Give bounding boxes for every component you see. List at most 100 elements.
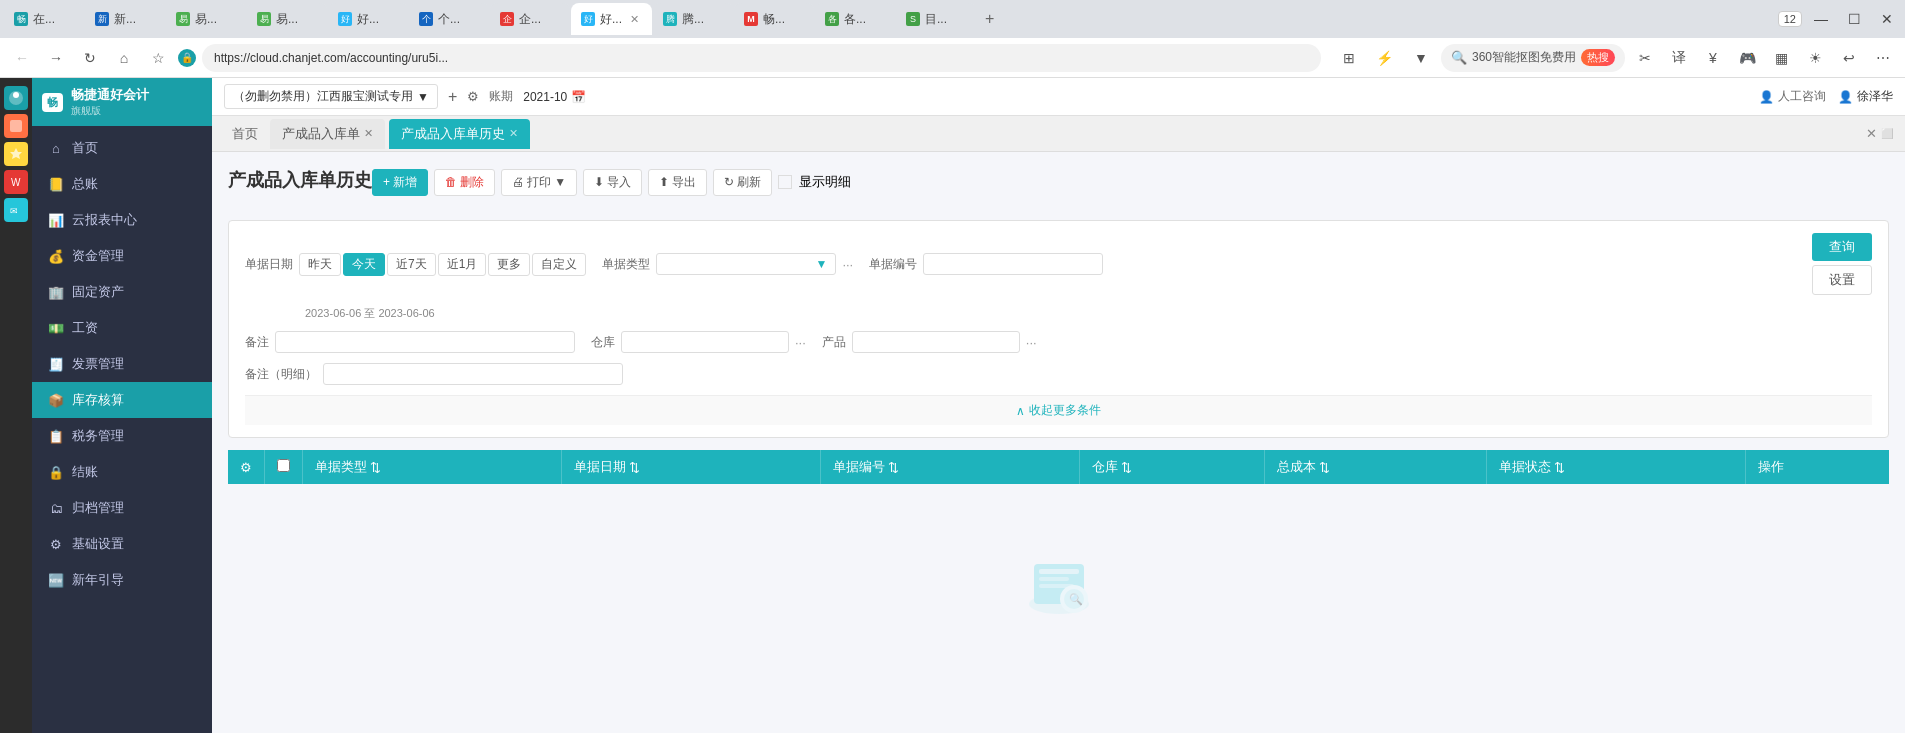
- tab-12[interactable]: S 目...: [896, 3, 976, 35]
- user-avatar[interactable]: 👤 徐泽华: [1838, 88, 1893, 105]
- sidebar-item-cloud-report[interactable]: 📊 云报表中心: [32, 202, 212, 238]
- detail-remark-input[interactable]: [323, 363, 623, 385]
- sidebar-item-inventory[interactable]: 📦 库存核算: [32, 382, 212, 418]
- sidebar-item-guide[interactable]: 🆕 新年引导: [32, 562, 212, 598]
- panel-close-icon[interactable]: ✕: [1866, 126, 1877, 141]
- tab-4[interactable]: 易 易...: [247, 3, 327, 35]
- tab-2[interactable]: 新 新...: [85, 3, 165, 35]
- home-nav-button[interactable]: ⌂: [110, 44, 138, 72]
- sidebar-item-tax[interactable]: 📋 税务管理: [32, 418, 212, 454]
- tab-10[interactable]: M 畅...: [734, 3, 814, 35]
- tab-7[interactable]: 企 企...: [490, 3, 570, 35]
- number-filter-input[interactable]: [923, 253, 1103, 275]
- minimize-button[interactable]: —: [1806, 9, 1836, 29]
- th-number[interactable]: 单据编号 ⇅: [820, 450, 1079, 484]
- more-icon[interactable]: ⋯: [1869, 44, 1897, 72]
- warehouse-filter-input[interactable]: [621, 331, 789, 353]
- date-btn-today[interactable]: 今天: [343, 253, 385, 276]
- lightning-icon[interactable]: ⚡: [1371, 44, 1399, 72]
- product-dots[interactable]: ···: [1026, 335, 1037, 350]
- panel-expand-icon[interactable]: ⬜: [1881, 128, 1893, 139]
- tab-6[interactable]: 个 个...: [409, 3, 489, 35]
- calendar-icon[interactable]: 📅: [571, 90, 586, 104]
- delete-button[interactable]: 🗑 删除: [434, 169, 495, 196]
- user-service-button[interactable]: 👤 人工咨询: [1759, 88, 1826, 105]
- th-cost[interactable]: 总成本 ⇅: [1264, 450, 1486, 484]
- th-type[interactable]: 单据类型 ⇅: [303, 450, 562, 484]
- tab-purchase-history-close[interactable]: ✕: [509, 127, 518, 140]
- app-icon-5[interactable]: ✉: [4, 198, 28, 222]
- app-icon-4[interactable]: W: [4, 170, 28, 194]
- settings-gear-icon[interactable]: ⚙: [467, 89, 479, 104]
- show-detail-checkbox[interactable]: [778, 175, 792, 189]
- th-checkbox[interactable]: [265, 450, 303, 484]
- tab-8-active[interactable]: 好 好... ✕: [571, 3, 652, 35]
- layout-icon[interactable]: ▦: [1767, 44, 1795, 72]
- scissors-icon[interactable]: ✂: [1631, 44, 1659, 72]
- app-icon-main[interactable]: [4, 86, 28, 110]
- th-warehouse[interactable]: 仓库 ⇅: [1079, 450, 1264, 484]
- type-filter-select[interactable]: ▼: [656, 253, 836, 275]
- sidebar-item-archive[interactable]: 🗂 归档管理: [32, 490, 212, 526]
- collapse-button[interactable]: ∧ 收起更多条件: [1016, 402, 1101, 419]
- tab-9[interactable]: 腾 腾...: [653, 3, 733, 35]
- import-button[interactable]: ⬇ 导入: [583, 169, 642, 196]
- currency-icon[interactable]: ¥: [1699, 44, 1727, 72]
- breadcrumb-home[interactable]: 首页: [224, 125, 266, 143]
- sidebar-item-close-account[interactable]: 🔒 结账: [32, 454, 212, 490]
- app-icon-2[interactable]: [4, 114, 28, 138]
- undo-icon[interactable]: ↩: [1835, 44, 1863, 72]
- tab-count[interactable]: 12: [1778, 11, 1802, 27]
- dropdown-icon[interactable]: ▼: [1407, 44, 1435, 72]
- maximize-button[interactable]: ☐: [1840, 9, 1869, 29]
- select-all-checkbox[interactable]: [277, 459, 290, 472]
- date-btn-yesterday[interactable]: 昨天: [299, 253, 341, 276]
- sidebar-item-asset[interactable]: 🏢 固定资产: [32, 274, 212, 310]
- game-icon[interactable]: 🎮: [1733, 44, 1761, 72]
- tab-1[interactable]: 畅 在...: [4, 3, 84, 35]
- type-dots[interactable]: ···: [842, 257, 853, 272]
- address-input[interactable]: [202, 44, 1321, 72]
- date-btn-custom[interactable]: 自定义: [532, 253, 586, 276]
- date-btn-1month[interactable]: 近1月: [438, 253, 487, 276]
- tab-3[interactable]: 易 易...: [166, 3, 246, 35]
- refresh-button[interactable]: ↻: [76, 44, 104, 72]
- sidebar-item-ledger[interactable]: 📒 总账: [32, 166, 212, 202]
- sidebar-item-wage[interactable]: 💵 工资: [32, 310, 212, 346]
- remark-filter-input[interactable]: [275, 331, 575, 353]
- app-icon-3[interactable]: [4, 142, 28, 166]
- tab-5[interactable]: 好 好...: [328, 3, 408, 35]
- th-gear[interactable]: ⚙: [228, 450, 265, 484]
- th-status[interactable]: 单据状态 ⇅: [1486, 450, 1745, 484]
- refresh-button-action[interactable]: ↻ 刷新: [713, 169, 772, 196]
- new-tab-button[interactable]: +: [977, 6, 1002, 32]
- tab-8-close[interactable]: ✕: [627, 12, 642, 27]
- sidebar-item-fund[interactable]: 💰 资金管理: [32, 238, 212, 274]
- bookmark-button[interactable]: ☆: [144, 44, 172, 72]
- forward-button[interactable]: →: [42, 44, 70, 72]
- back-button[interactable]: ←: [8, 44, 36, 72]
- query-button[interactable]: 查询: [1812, 233, 1872, 261]
- warehouse-dots[interactable]: ···: [795, 335, 806, 350]
- add-company-button[interactable]: +: [448, 88, 457, 106]
- close-button[interactable]: ✕: [1873, 9, 1901, 29]
- tab-purchase-list-close[interactable]: ✕: [364, 127, 373, 140]
- add-button[interactable]: + 新增: [372, 169, 428, 196]
- date-btn-more[interactable]: 更多: [488, 253, 530, 276]
- tab-purchase-list[interactable]: 产成品入库单 ✕: [270, 119, 385, 149]
- company-selector[interactable]: （勿删勿禁用）江西服宝测试专用 ▼: [224, 84, 438, 109]
- export-button[interactable]: ⬆ 导出: [648, 169, 707, 196]
- tab-purchase-history[interactable]: 产成品入库单历史 ✕: [389, 119, 530, 149]
- extensions-icon[interactable]: ⊞: [1335, 44, 1363, 72]
- filter-settings-button[interactable]: 设置: [1812, 265, 1872, 295]
- sidebar-item-invoice[interactable]: 🧾 发票管理: [32, 346, 212, 382]
- tab-11[interactable]: 各 各...: [815, 3, 895, 35]
- sun-icon[interactable]: ☀: [1801, 44, 1829, 72]
- date-btn-7days[interactable]: 近7天: [387, 253, 436, 276]
- print-button[interactable]: 🖨 打印 ▼: [501, 169, 577, 196]
- sidebar-item-settings[interactable]: ⚙ 基础设置: [32, 526, 212, 562]
- translate-icon[interactable]: 译: [1665, 44, 1693, 72]
- product-filter-input[interactable]: [852, 331, 1020, 353]
- th-date[interactable]: 单据日期 ⇅: [561, 450, 820, 484]
- sidebar-item-home[interactable]: ⌂ 首页: [32, 130, 212, 166]
